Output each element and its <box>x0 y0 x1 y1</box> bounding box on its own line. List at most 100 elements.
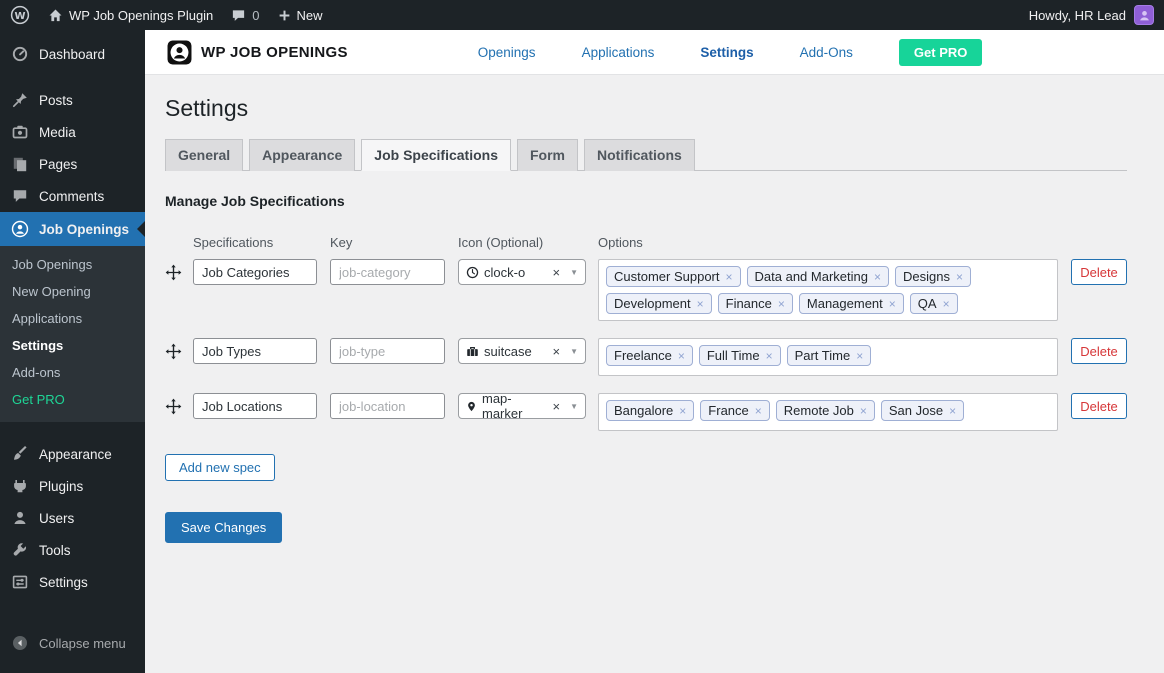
submenu-item-new-opening[interactable]: New Opening <box>0 278 145 305</box>
spec-key-input[interactable] <box>330 393 445 419</box>
spec-key-cell <box>330 393 458 419</box>
tag-remove-icon[interactable]: × <box>679 405 686 417</box>
tag-remove-icon[interactable]: × <box>874 271 881 283</box>
submenu-item-job-openings[interactable]: Job Openings <box>0 251 145 278</box>
add-new-spec-button[interactable]: Add new spec <box>165 454 275 481</box>
submenu-item-settings[interactable]: Settings <box>0 332 145 359</box>
settings-icon <box>10 574 30 590</box>
header-nav-add-ons[interactable]: Add-Ons <box>800 45 853 60</box>
users-icon <box>10 510 30 526</box>
sidebar-item-label: Job Openings <box>39 221 130 237</box>
new-button-label: New <box>296 7 323 23</box>
sidebar-item-media[interactable]: Media <box>0 116 145 148</box>
sidebar-item-comments[interactable]: Comments <box>0 180 145 212</box>
sidebar-item-dashboard[interactable]: Dashboard <box>0 38 145 70</box>
drag-handle[interactable] <box>165 259 182 281</box>
drag-handle-cell <box>165 338 193 365</box>
tab-notifications[interactable]: Notifications <box>584 139 695 171</box>
sidebar-item-label: Dashboard <box>39 46 106 62</box>
sidebar-item-job-openings[interactable]: Job Openings <box>0 212 145 246</box>
options-cell: Bangalore × France × Remote Job × San Jose × <box>598 393 1071 431</box>
delete-button[interactable]: Delete <box>1071 259 1127 285</box>
sidebar-item-settings[interactable]: Settings <box>0 566 145 598</box>
drag-handle[interactable] <box>165 338 182 360</box>
submenu-item-add-ons[interactable]: Add-ons <box>0 359 145 386</box>
tag-remove-icon[interactable]: × <box>949 405 956 417</box>
plugin-logo[interactable]: WP JOB OPENINGS <box>167 40 348 65</box>
collapse-menu-button[interactable]: Collapse menu <box>0 627 145 659</box>
new-content-button[interactable]: New <box>278 8 323 23</box>
column-header-options: Options <box>598 235 643 250</box>
sidebar-item-pages[interactable]: Pages <box>0 148 145 180</box>
submenu-item-get-pro[interactable]: Get PRO <box>0 386 145 413</box>
tag-remove-icon[interactable]: × <box>856 350 863 362</box>
spec-table-header: Specifications Key Icon (Optional) Options <box>165 235 1127 250</box>
sidebar-item-plugins[interactable]: Plugins <box>0 470 145 502</box>
wordpress-menu-button[interactable]: W <box>10 5 30 25</box>
icon-clear-button[interactable]: × <box>552 400 560 413</box>
site-name-link[interactable]: WP Job Openings Plugin <box>48 8 213 23</box>
drag-handle[interactable] <box>165 393 182 415</box>
howdy-text: Howdy, HR Lead <box>1028 7 1126 23</box>
tab-job-specifications[interactable]: Job Specifications <box>361 139 511 171</box>
submenu-item-applications[interactable]: Applications <box>0 305 145 332</box>
header-nav-openings[interactable]: Openings <box>478 45 536 60</box>
plugin-header: WP JOB OPENINGS Openings Applications Sett… <box>145 30 1164 75</box>
icon-select-value: map-marker <box>482 391 523 421</box>
delete-cell: Delete <box>1071 393 1127 419</box>
option-tag: Data and Marketing × <box>746 266 889 287</box>
icon-select[interactable]: clock-o × ▼ <box>458 259 586 285</box>
delete-button[interactable]: Delete <box>1071 338 1127 364</box>
tag-remove-icon[interactable]: × <box>766 350 773 362</box>
spec-key-input[interactable] <box>330 259 445 285</box>
tag-remove-icon[interactable]: × <box>678 350 685 362</box>
icon-clear-button[interactable]: × <box>552 266 560 279</box>
tag-remove-icon[interactable]: × <box>956 271 963 283</box>
tag-remove-icon[interactable]: × <box>755 405 762 417</box>
comments-icon <box>10 188 30 204</box>
header-nav-applications[interactable]: Applications <box>582 45 655 60</box>
tag-remove-icon[interactable]: × <box>889 298 896 310</box>
plugin-logo-text: WP JOB OPENINGS <box>201 43 348 61</box>
delete-button[interactable]: Delete <box>1071 393 1127 419</box>
header-nav-settings[interactable]: Settings <box>700 45 753 60</box>
option-tag-label: Finance <box>725 296 772 311</box>
sidebar-item-appearance[interactable]: Appearance <box>0 438 145 470</box>
clock-icon <box>466 266 479 279</box>
get-pro-button[interactable]: Get PRO <box>898 38 983 66</box>
sidebar-item-posts[interactable]: Posts <box>0 84 145 116</box>
drag-handle-cell <box>165 393 193 420</box>
collapse-icon <box>10 635 30 651</box>
spec-name-input[interactable] <box>193 338 317 364</box>
job-openings-submenu: Job Openings New Opening Applications Setti… <box>0 246 145 422</box>
tag-remove-icon[interactable]: × <box>726 271 733 283</box>
column-header-icon-optional-: Icon (Optional) <box>458 235 544 250</box>
tag-remove-icon[interactable]: × <box>943 298 950 310</box>
sidebar-item-tools[interactable]: Tools <box>0 534 145 566</box>
tab-form[interactable]: Form <box>517 139 578 171</box>
tag-remove-icon[interactable]: × <box>778 298 785 310</box>
spec-name-input[interactable] <box>193 259 317 285</box>
tab-general[interactable]: General <box>165 139 244 171</box>
icon-select-value: clock-o <box>484 264 526 280</box>
admin-bar-account[interactable]: Howdy, HR Lead <box>1029 5 1164 25</box>
options-box[interactable]: Freelance × Full Time × Part Time × <box>598 338 1058 376</box>
option-tag: Part Time × <box>786 345 872 366</box>
icon-select[interactable]: suitcase × ▼ <box>458 338 586 364</box>
options-box[interactable]: Customer Support × Data and Marketing × Desi… <box>598 259 1058 321</box>
icon-clear-button[interactable]: × <box>552 345 560 358</box>
tag-remove-icon[interactable]: × <box>860 405 867 417</box>
option-tag-label: France <box>708 403 749 418</box>
column-header-specifications: Specifications <box>193 235 274 250</box>
spec-name-input[interactable] <box>193 393 317 419</box>
comments-admin-button[interactable]: 0 <box>231 8 260 23</box>
tag-remove-icon[interactable]: × <box>697 298 704 310</box>
tab-appearance[interactable]: Appearance <box>249 139 356 171</box>
sidebar-item-users[interactable]: Users <box>0 502 145 534</box>
icon-select[interactable]: map-marker × ▼ <box>458 391 586 421</box>
add-spec-row: Add new spec <box>165 454 1127 481</box>
option-tag: Finance × <box>717 293 793 314</box>
spec-key-input[interactable] <box>330 338 445 364</box>
options-box[interactable]: Bangalore × France × Remote Job × San Jose × <box>598 393 1058 431</box>
save-changes-button[interactable]: Save Changes <box>165 512 283 543</box>
